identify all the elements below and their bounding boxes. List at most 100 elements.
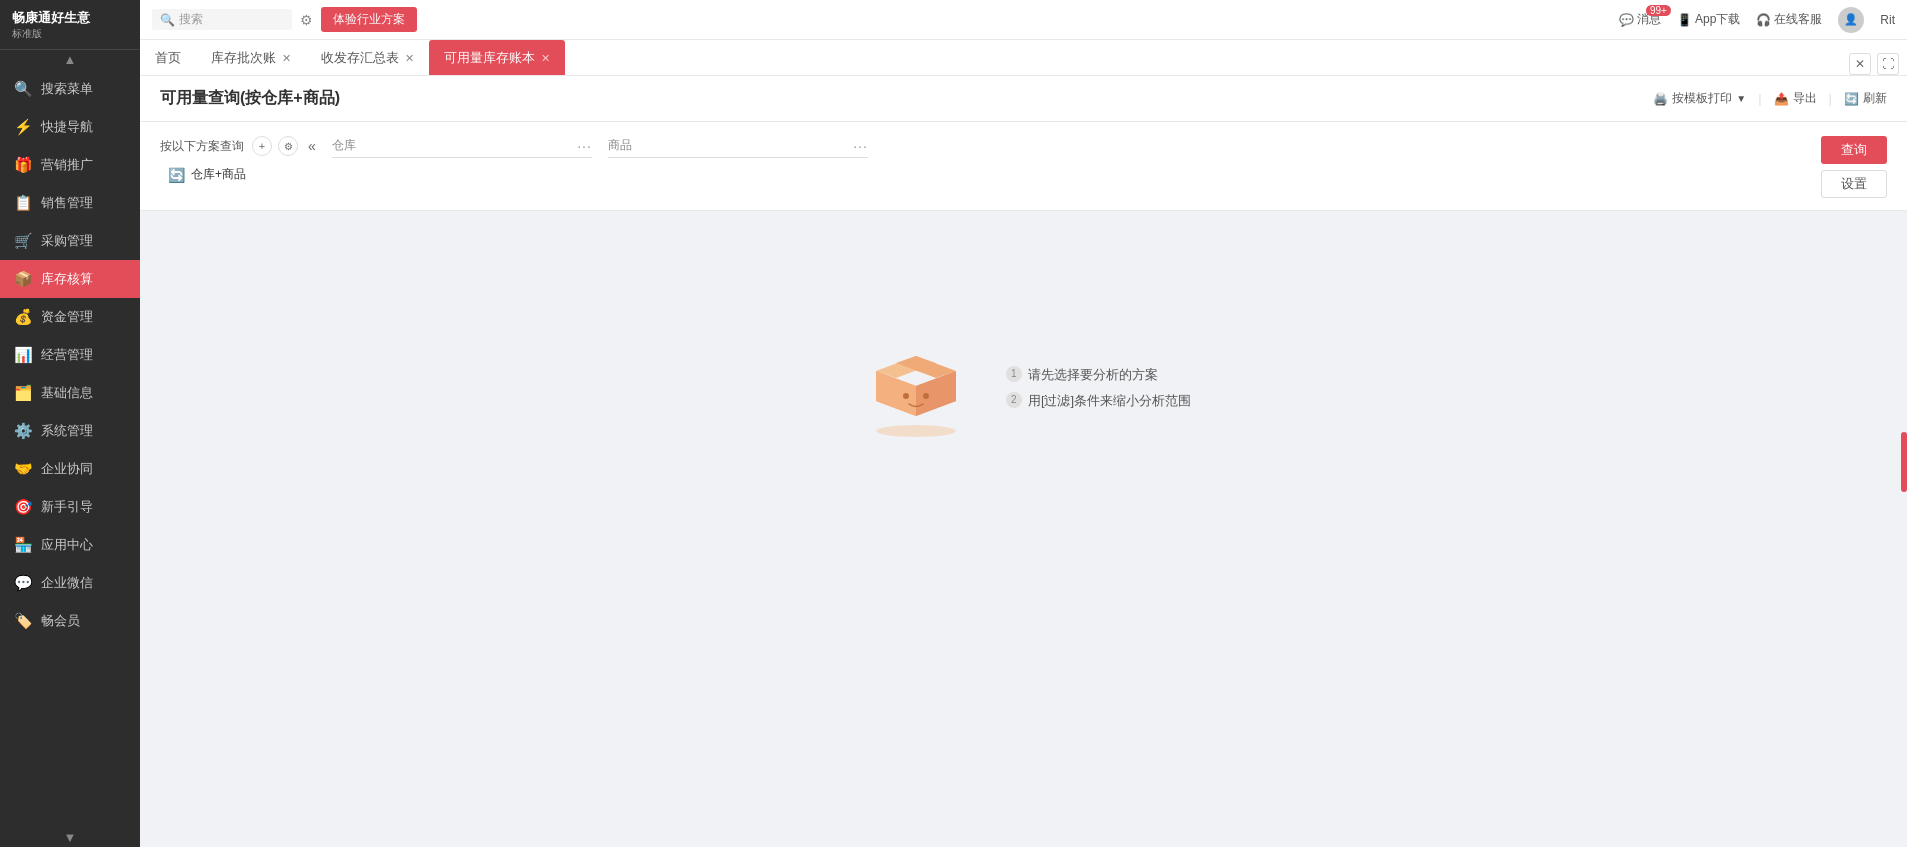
tab-batch[interactable]: 库存批次账 ✕ — [196, 40, 306, 75]
refresh-btn[interactable]: 🔄 刷新 — [1844, 90, 1887, 107]
export-icon: 📤 — [1774, 92, 1789, 106]
refresh-icon: 🔄 — [1844, 92, 1859, 106]
sidebar-item-inventory[interactable]: 📦 库存核算 — [0, 260, 140, 298]
tab-summary-close[interactable]: ✕ — [405, 53, 414, 64]
warehouse-more-btn[interactable]: ··· — [577, 138, 592, 154]
filter-setting-btn[interactable]: 设置 — [1821, 170, 1887, 198]
query-btn[interactable]: 查询 — [1821, 136, 1887, 164]
goods-more-btn[interactable]: ··· — [853, 138, 868, 154]
sidebar-item-label: 新手引导 — [41, 498, 93, 516]
warehouse-input-wrap: 仓库 ··· — [332, 134, 592, 158]
sidebar-item-quicknav[interactable]: ⚡ 快捷导航 — [0, 108, 140, 146]
sidebar-item-label: 畅会员 — [41, 612, 80, 630]
sidebar-item-marketing[interactable]: 🎁 营销推广 — [0, 146, 140, 184]
filter-action-btns: 查询 设置 — [1821, 134, 1887, 198]
sidebar-item-label: 营销推广 — [41, 156, 93, 174]
print-dropdown-icon[interactable]: ▼ — [1736, 93, 1746, 104]
sidebar-item-label: 企业协同 — [41, 460, 93, 478]
msg-icon: 💬 — [1619, 13, 1634, 27]
avatar: 👤 — [1838, 7, 1864, 33]
sidebar-item-newbie[interactable]: 🎯 新手引导 — [0, 488, 140, 526]
warehouse-label: 仓库 — [332, 137, 356, 154]
sidebar-scroll-up[interactable]: ▲ — [0, 50, 140, 70]
service-label: 在线客服 — [1774, 11, 1822, 28]
filter-field-goods: 商品 ··· — [608, 134, 868, 158]
svg-point-0 — [876, 425, 956, 437]
sidebar-item-member[interactable]: 🏷️ 畅会员 — [0, 602, 140, 640]
setting-scheme-btn[interactable]: ⚙ — [278, 136, 298, 156]
sidebar-item-basic[interactable]: 🗂️ 基础信息 — [0, 374, 140, 412]
msg-btn[interactable]: 💬 消息 99+ — [1619, 11, 1661, 28]
topbar: 🔍 搜索 ⚙ 体验行业方案 💬 消息 99+ 📱 App下载 🎧 在线客服 👤 … — [140, 0, 1907, 40]
sidebar-item-operations[interactable]: 📊 经营管理 — [0, 336, 140, 374]
sidebar-item-search[interactable]: 🔍 搜索菜单 — [0, 70, 140, 108]
svg-point-7 — [923, 393, 929, 399]
tab-maximize-btn[interactable]: ⛶ — [1877, 53, 1899, 75]
tab-available[interactable]: 可用量库存账本 ✕ — [429, 40, 565, 75]
sidebar-item-appstore[interactable]: 🏪 应用中心 — [0, 526, 140, 564]
filter-scheme-header: 按以下方案查询 + ⚙ « — [160, 134, 320, 156]
sidebar-item-label: 系统管理 — [41, 422, 93, 440]
sidebar-item-corp[interactable]: 🤝 企业协同 — [0, 450, 140, 488]
print-btn[interactable]: 🖨️ 按模板打印 ▼ — [1653, 90, 1746, 107]
filter-area: 按以下方案查询 + ⚙ « 🔄 仓库+商品 — [140, 122, 1907, 211]
industry-btn[interactable]: 体验行业方案 — [321, 7, 417, 32]
sidebar-item-wechat[interactable]: 💬 企业微信 — [0, 564, 140, 602]
gear-icon[interactable]: ⚙ — [300, 12, 313, 28]
tab-home[interactable]: 首页 — [140, 40, 196, 75]
collapse-scheme-btn[interactable]: « — [304, 138, 320, 154]
sidebar-item-purchase[interactable]: 🛒 采购管理 — [0, 222, 140, 260]
empty-tip-1: 1 请先选择要分析的方案 — [1006, 366, 1191, 384]
sidebar-scroll-down[interactable]: ▼ — [0, 827, 140, 847]
tab-available-close[interactable]: ✕ — [541, 53, 550, 64]
scheme-item[interactable]: 🔄 仓库+商品 — [160, 162, 320, 187]
export-btn[interactable]: 📤 导出 — [1774, 90, 1817, 107]
divider2: | — [1829, 91, 1832, 106]
sidebar: 畅康通好生意 标准版 ▲ 🔍 搜索菜单 ⚡ 快捷导航 🎁 营销推广 📋 销售管理… — [0, 0, 140, 847]
tab-batch-close[interactable]: ✕ — [282, 53, 291, 64]
newbie-icon: 🎯 — [14, 498, 33, 516]
scheme-item-icon: 🔄 — [168, 167, 185, 183]
tab-close-btn[interactable]: ✕ — [1849, 53, 1871, 75]
logo-title: 畅康通好生意 — [12, 10, 128, 27]
service-icon: 🎧 — [1756, 13, 1771, 27]
tip-number-2: 2 — [1006, 392, 1022, 408]
goods-input[interactable] — [638, 139, 847, 153]
service-btn[interactable]: 🎧 在线客服 — [1756, 11, 1822, 28]
sidebar-item-label: 基础信息 — [41, 384, 93, 402]
tab-summary-label: 收发存汇总表 — [321, 49, 399, 67]
sidebar-item-label: 库存核算 — [41, 270, 93, 288]
username: Rit — [1880, 13, 1895, 27]
empty-tips: 1 请先选择要分析的方案 2 用[过滤]条件来缩小分析范围 — [1006, 366, 1191, 410]
sidebar-item-label: 企业微信 — [41, 574, 93, 592]
inventory-icon: 📦 — [14, 270, 33, 288]
topbar-search-area[interactable]: 🔍 搜索 — [152, 9, 292, 30]
app-icon: 📱 — [1677, 13, 1692, 27]
empty-tip-2: 2 用[过滤]条件来缩小分析范围 — [1006, 392, 1191, 410]
filter-field-warehouse: 仓库 ··· — [332, 134, 592, 158]
page-content: 可用量查询(按仓库+商品) 🖨️ 按模板打印 ▼ | 📤 导出 | 🔄 刷新 — [140, 76, 1907, 847]
finance-icon: 💰 — [14, 308, 33, 326]
app-download-btn[interactable]: 📱 App下载 — [1677, 11, 1740, 28]
sidebar-item-system[interactable]: ⚙️ 系统管理 — [0, 412, 140, 450]
tip-text-2: 用[过滤]条件来缩小分析范围 — [1028, 392, 1191, 410]
system-icon: ⚙️ — [14, 422, 33, 440]
tab-summary[interactable]: 收发存汇总表 ✕ — [306, 40, 429, 75]
operations-icon: 📊 — [14, 346, 33, 364]
right-scroll-indicator[interactable] — [1901, 432, 1907, 492]
tip-number-1: 1 — [1006, 366, 1022, 382]
sidebar-nav: 🔍 搜索菜单 ⚡ 快捷导航 🎁 营销推广 📋 销售管理 🛒 采购管理 📦 库存核… — [0, 70, 140, 827]
warehouse-input[interactable] — [362, 139, 571, 153]
add-scheme-btn[interactable]: + — [252, 136, 272, 156]
scheme-item-label: 仓库+商品 — [191, 166, 246, 183]
sales-icon: 📋 — [14, 194, 33, 212]
scheme-list: 🔄 仓库+商品 — [160, 162, 320, 187]
page-title: 可用量查询(按仓库+商品) — [160, 88, 340, 109]
sidebar-item-sales[interactable]: 📋 销售管理 — [0, 184, 140, 222]
sidebar-item-finance[interactable]: 💰 资金管理 — [0, 298, 140, 336]
svg-point-6 — [903, 393, 909, 399]
tip-text-1: 请先选择要分析的方案 — [1028, 366, 1158, 384]
print-label: 按模板打印 — [1672, 90, 1732, 107]
sidebar-item-label: 经营管理 — [41, 346, 93, 364]
goods-input-wrap: 商品 ··· — [608, 134, 868, 158]
